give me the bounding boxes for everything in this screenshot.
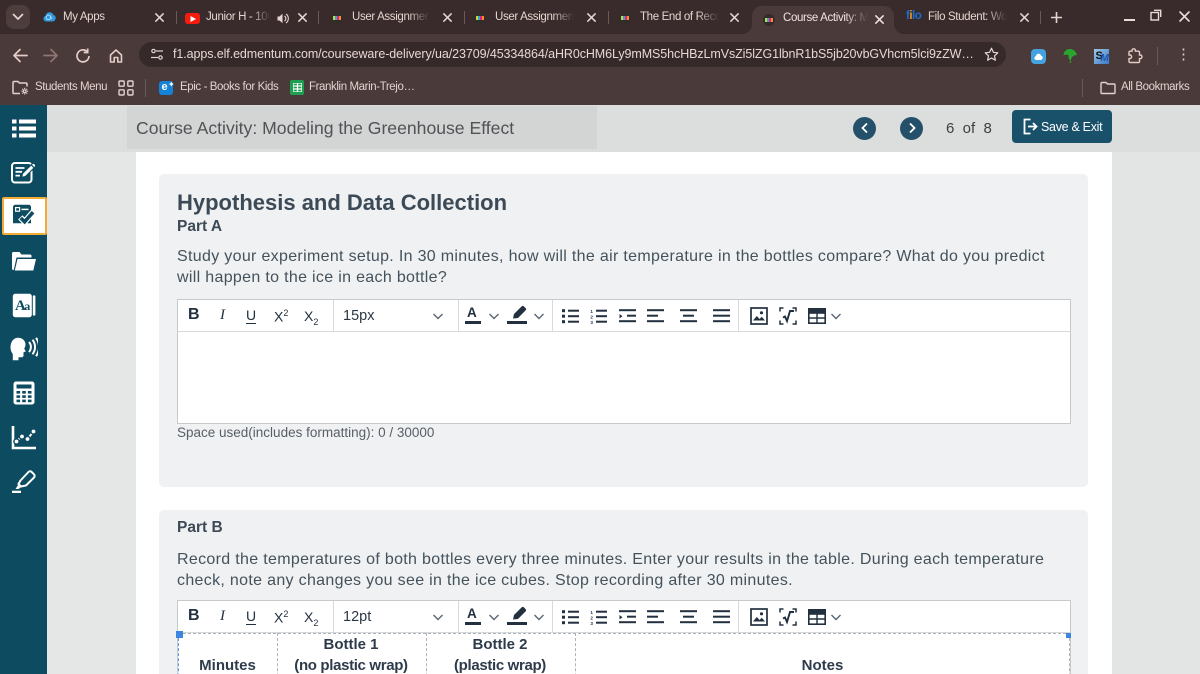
svg-text:2: 2 [590,616,593,621]
svg-text:3: 3 [590,621,593,625]
svg-text:3: 3 [590,320,593,324]
svg-text:2: 2 [590,314,593,319]
svg-text:1: 1 [590,610,593,615]
svg-text:a: a [24,299,30,313]
svg-text:1: 1 [590,309,593,314]
